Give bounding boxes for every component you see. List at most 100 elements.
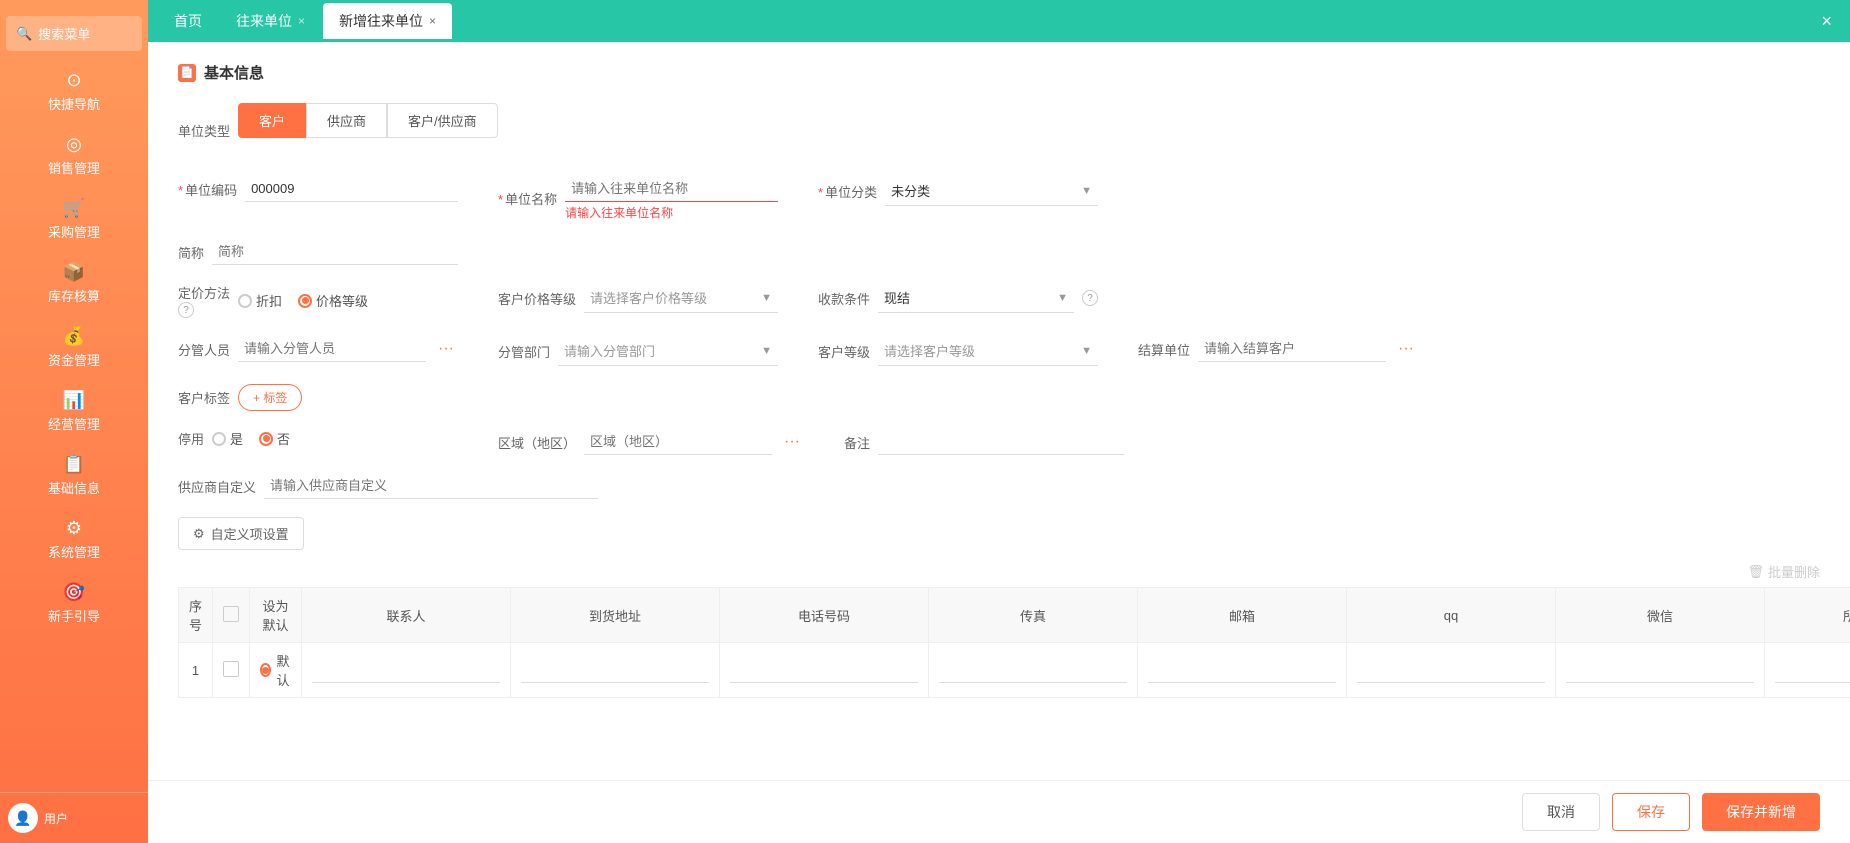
unit-name-error: 请输入往来单位名称: [565, 204, 778, 221]
settlement-input[interactable]: [1198, 336, 1386, 362]
contact-table: 序号 设为默认 联系人 到货地址 电话号码 传真 邮箱 qq 微信 所在地区 操…: [178, 587, 1850, 698]
table-row: 1 默认: [179, 643, 1850, 698]
col-phone: 电话号码: [720, 588, 929, 643]
short-name-input[interactable]: [212, 239, 458, 265]
row-email: [1138, 643, 1347, 698]
sidebar-item-basic-info[interactable]: 📋 基础信息: [0, 443, 148, 507]
row-region-input[interactable]: [1775, 657, 1850, 683]
operations-icon: 📊: [63, 389, 85, 411]
unit-type-row: 单位类型 客户 供应商 客户/供应商: [178, 103, 1820, 158]
col-checkbox: [213, 588, 250, 643]
tag-label: 客户标签: [178, 388, 230, 407]
unit-type-supplier-btn[interactable]: 供应商: [306, 103, 387, 138]
section-header: 📄 基本信息: [178, 62, 1820, 83]
tab-new-partner[interactable]: 新增往来单位 ×: [323, 3, 452, 39]
sidebar-label: 采购管理: [48, 222, 100, 241]
tab-home[interactable]: 首页: [158, 3, 218, 39]
footer-bar: 取消 保存 保存并新增: [148, 780, 1850, 843]
unit-name-field: *单位名称 请输入往来单位名称: [498, 176, 778, 221]
row-phone-input[interactable]: [730, 657, 918, 683]
row-address-input[interactable]: [521, 657, 709, 683]
batch-delete-label[interactable]: 批量删除: [1768, 562, 1820, 581]
sidebar-item-finance[interactable]: 💰 资金管理: [0, 315, 148, 379]
sidebar-item-inventory[interactable]: 📦 库存核算: [0, 251, 148, 315]
sidebar-item-quick-nav[interactable]: ⊙ 快捷导航: [0, 59, 148, 123]
search-menu[interactable]: 🔍 搜索菜单: [6, 16, 142, 51]
tab-bar: 首页 往来单位 × 新增往来单位 × ×: [148, 0, 1850, 42]
manager-row: 分管人员 ··· 分管部门 请输入分管部门 ▼ 客户等级 请选择客户等级 ▼ 结…: [178, 336, 1820, 366]
custom-settings-btn[interactable]: ⚙ 自定义项设置: [178, 517, 304, 550]
payment-terms-select[interactable]: 现结 ▼: [878, 283, 1074, 313]
tab-new-partner-close[interactable]: ×: [429, 14, 436, 28]
pricing-grade-radio[interactable]: 价格等级: [298, 291, 368, 310]
row-contact-input[interactable]: [312, 657, 500, 683]
pricing-help-icon[interactable]: ?: [178, 302, 194, 318]
col-fax: 传真: [929, 588, 1138, 643]
region-field: 区域（地区） ···: [498, 429, 804, 455]
manager-input[interactable]: [238, 336, 426, 362]
unit-category-select[interactable]: 未分类 ▼: [885, 176, 1098, 206]
unit-code-field: *单位编码: [178, 176, 458, 202]
dept-select[interactable]: 请输入分管部门 ▼: [558, 336, 778, 366]
remark-label: 备注: [844, 433, 870, 452]
col-wechat: 微信: [1556, 588, 1765, 643]
region-label: 区域（地区）: [498, 433, 576, 452]
section-title: 基本信息: [204, 62, 264, 83]
payment-terms-help-icon[interactable]: ?: [1082, 290, 1098, 306]
cancel-button[interactable]: 取消: [1522, 793, 1600, 831]
supplier-custom-input[interactable]: [264, 473, 598, 499]
select-all-checkbox[interactable]: [223, 606, 239, 622]
manager-dots[interactable]: ···: [434, 340, 458, 358]
customer-price-select[interactable]: 请选择客户价格等级 ▼: [584, 283, 778, 313]
save-button[interactable]: 保存: [1612, 793, 1690, 831]
dept-field: 分管部门 请输入分管部门 ▼: [498, 336, 778, 366]
sidebar-label: 新手引导: [48, 606, 100, 625]
unit-name-label: *单位名称: [498, 189, 557, 208]
sidebar-label: 经营管理: [48, 414, 100, 433]
row-qq-input[interactable]: [1357, 657, 1545, 683]
row-address: [511, 643, 720, 698]
region-input[interactable]: [584, 429, 772, 455]
short-name-label: 简称: [178, 243, 204, 262]
payment-terms-arrow: ▼: [1057, 292, 1068, 304]
disable-yes-radio[interactable]: 是: [212, 429, 243, 448]
sidebar-item-guide[interactable]: 🎯 新手引导: [0, 571, 148, 635]
sidebar-item-system[interactable]: ⚙ 系统管理: [0, 507, 148, 571]
pricing-discount-circle: [238, 294, 252, 308]
settlement-dots[interactable]: ···: [1394, 340, 1418, 358]
tab-partner-close[interactable]: ×: [298, 14, 305, 28]
sidebar-label: 系统管理: [48, 542, 100, 561]
tab-partner[interactable]: 往来单位 ×: [220, 3, 321, 39]
purchase-icon: 🛒: [63, 197, 85, 219]
sidebar: 🔍 搜索菜单 ⊙ 快捷导航 ◎ 销售管理 🛒 采购管理 📦 库存核算 💰 资金管…: [0, 0, 148, 843]
row-email-input[interactable]: [1148, 657, 1336, 683]
row-wechat-input[interactable]: [1566, 657, 1754, 683]
supplier-custom-label: 供应商自定义: [178, 477, 256, 496]
row-fax-input[interactable]: [939, 657, 1127, 683]
unit-type-customer-btn[interactable]: 客户: [238, 103, 306, 138]
unit-type-both-btn[interactable]: 客户/供应商: [387, 103, 498, 138]
row-phone: [720, 643, 929, 698]
unit-code-label: *单位编码: [178, 180, 237, 199]
customer-price-placeholder: 请选择客户价格等级: [590, 288, 707, 307]
disable-no-radio[interactable]: 否: [259, 429, 290, 448]
save-new-button[interactable]: 保存并新增: [1702, 793, 1820, 831]
remark-input[interactable]: [878, 429, 1124, 455]
window-close-btn[interactable]: ×: [1813, 7, 1840, 36]
row-checkbox[interactable]: [223, 661, 239, 677]
sidebar-item-sales[interactable]: ◎ 销售管理: [0, 123, 148, 187]
unit-code-input[interactable]: [245, 176, 458, 202]
unit-name-input[interactable]: [565, 176, 778, 202]
region-dots[interactable]: ···: [780, 433, 804, 451]
pricing-discount-radio[interactable]: 折扣: [238, 291, 282, 310]
row-contact: [302, 643, 511, 698]
col-qq: qq: [1347, 588, 1556, 643]
pricing-row: 定价方法 ? 折扣 价格等级 客户价格: [178, 283, 1820, 318]
sidebar-item-operations[interactable]: 📊 经营管理: [0, 379, 148, 443]
customer-level-select[interactable]: 请选择客户等级 ▼: [878, 336, 1098, 366]
row-default-radio[interactable]: 默认: [260, 651, 291, 689]
tag-add-btn[interactable]: + 标签: [238, 384, 302, 411]
unit-name-wrapper: 请输入往来单位名称: [565, 176, 778, 221]
row-wechat: [1556, 643, 1765, 698]
sidebar-item-purchase[interactable]: 🛒 采购管理: [0, 187, 148, 251]
